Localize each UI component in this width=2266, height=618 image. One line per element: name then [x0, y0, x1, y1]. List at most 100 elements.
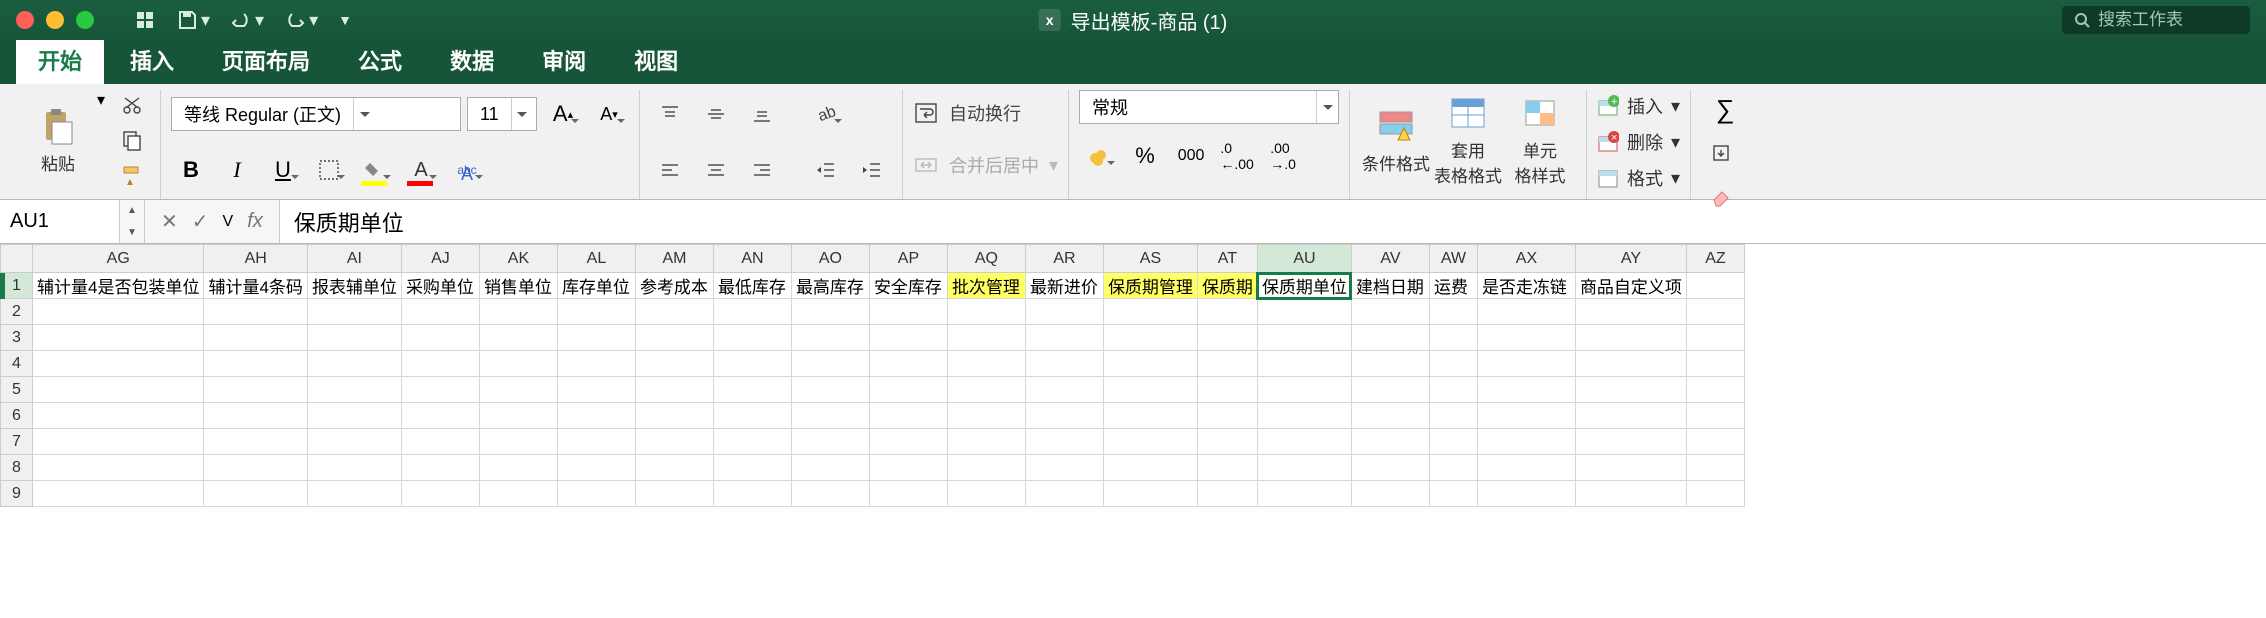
cell-AV8[interactable] — [1351, 455, 1429, 481]
autosum-button[interactable]: ∑ — [1701, 90, 1749, 128]
row-header-1[interactable]: 1 — [1, 273, 33, 299]
insert-cells-button[interactable]: + 插入▾ — [1597, 90, 1680, 122]
cell-AL5[interactable] — [557, 377, 635, 403]
formula-input[interactable]: 保质期单位 — [280, 200, 2266, 243]
increase-indent-button[interactable] — [852, 151, 892, 189]
column-header-AV[interactable]: AV — [1351, 245, 1429, 273]
merge-center-button[interactable]: 合并后居中 ▾ — [913, 142, 1058, 188]
cell-AU7[interactable] — [1257, 429, 1351, 455]
column-header-AO[interactable]: AO — [791, 245, 869, 273]
cell-AT6[interactable] — [1197, 403, 1257, 429]
align-right-button[interactable] — [742, 151, 782, 189]
cell-AP1[interactable]: 安全库存 — [869, 273, 947, 299]
column-header-AU[interactable]: AU — [1257, 245, 1351, 273]
cell-AV9[interactable] — [1351, 481, 1429, 507]
increase-font-button[interactable]: A▴ — [543, 95, 583, 133]
cell-AV7[interactable] — [1351, 429, 1429, 455]
redo-icon[interactable]: ▾ — [284, 9, 318, 31]
cell-AO2[interactable] — [791, 299, 869, 325]
cell-AQ6[interactable] — [947, 403, 1025, 429]
align-bottom-button[interactable] — [742, 95, 782, 133]
cell-AK1[interactable]: 销售单位 — [479, 273, 557, 299]
underline-button[interactable]: U — [263, 151, 303, 189]
cell-AG6[interactable] — [33, 403, 204, 429]
cell-AI9[interactable] — [307, 481, 401, 507]
cell-AZ3[interactable] — [1686, 325, 1744, 351]
cell-AJ2[interactable] — [401, 299, 479, 325]
column-header-AX[interactable]: AX — [1477, 245, 1575, 273]
cell-AN2[interactable] — [713, 299, 791, 325]
cell-AH5[interactable] — [204, 377, 307, 403]
cell-AL1[interactable]: 库存单位 — [557, 273, 635, 299]
align-left-button[interactable] — [650, 151, 690, 189]
paste-dropdown[interactable]: ▾ — [94, 90, 108, 110]
cancel-x-icon[interactable]: ✕ — [161, 209, 178, 234]
comma-button[interactable]: 000 — [1171, 137, 1211, 175]
cell-AK5[interactable] — [479, 377, 557, 403]
cell-AX9[interactable] — [1477, 481, 1575, 507]
column-header-AL[interactable]: AL — [557, 245, 635, 273]
confirm-check-icon[interactable]: ✓ — [192, 209, 209, 234]
tab-data[interactable]: 数据 — [428, 34, 516, 84]
decrease-decimal-button[interactable]: .00→.0 — [1263, 137, 1303, 175]
column-header-AZ[interactable]: AZ — [1686, 245, 1744, 273]
cell-AR4[interactable] — [1025, 351, 1103, 377]
cell-AT5[interactable] — [1197, 377, 1257, 403]
cell-AU5[interactable] — [1257, 377, 1351, 403]
cell-AN4[interactable] — [713, 351, 791, 377]
column-header-AT[interactable]: AT — [1197, 245, 1257, 273]
row-header-5[interactable]: 5 — [1, 377, 33, 403]
row-header-2[interactable]: 2 — [1, 299, 33, 325]
cell-AU9[interactable] — [1257, 481, 1351, 507]
cell-AN1[interactable]: 最低库存 — [713, 273, 791, 299]
cell-AZ2[interactable] — [1686, 299, 1744, 325]
fx-icon[interactable]: fx — [247, 210, 263, 233]
cell-AS3[interactable] — [1103, 325, 1197, 351]
cell-AK6[interactable] — [479, 403, 557, 429]
cell-AZ9[interactable] — [1686, 481, 1744, 507]
decrease-font-button[interactable]: A▾ — [589, 95, 629, 133]
cell-AY7[interactable] — [1575, 429, 1686, 455]
cell-AY1[interactable]: 商品自定义项 — [1575, 273, 1686, 299]
cell-AZ7[interactable] — [1686, 429, 1744, 455]
cell-AI1[interactable]: 报表辅单位 — [307, 273, 401, 299]
cell-AJ8[interactable] — [401, 455, 479, 481]
cell-AG7[interactable] — [33, 429, 204, 455]
cell-AH6[interactable] — [204, 403, 307, 429]
search-box[interactable] — [2062, 6, 2250, 34]
tab-home[interactable]: 开始 — [16, 34, 104, 84]
format-as-table-button[interactable]: 套用 表格格式 — [1432, 90, 1504, 190]
cell-AU8[interactable] — [1257, 455, 1351, 481]
number-format-select[interactable]: 常规 — [1079, 90, 1339, 124]
column-header-AW[interactable]: AW — [1429, 245, 1477, 273]
cell-AR1[interactable]: 最新进价 — [1025, 273, 1103, 299]
column-header-AY[interactable]: AY — [1575, 245, 1686, 273]
cell-AZ8[interactable] — [1686, 455, 1744, 481]
cell-AU2[interactable] — [1257, 299, 1351, 325]
chevron-down-icon[interactable] — [511, 98, 533, 130]
cell-AP9[interactable] — [869, 481, 947, 507]
bold-button[interactable]: B — [171, 151, 211, 189]
cell-AX8[interactable] — [1477, 455, 1575, 481]
cell-styles-button[interactable]: 单元 格样式 — [1504, 90, 1576, 190]
cell-AT2[interactable] — [1197, 299, 1257, 325]
cell-AU4[interactable] — [1257, 351, 1351, 377]
cell-AJ6[interactable] — [401, 403, 479, 429]
cell-AM4[interactable] — [635, 351, 713, 377]
cell-AO3[interactable] — [791, 325, 869, 351]
spreadsheet-grid[interactable]: AGAHAIAJAKALAMANAOAPAQARASATAUAVAWAXAYAZ… — [0, 244, 2266, 618]
format-cells-button[interactable]: 格式▾ — [1597, 162, 1680, 194]
minimize-icon[interactable] — [46, 11, 64, 29]
font-color-button[interactable]: A — [401, 151, 441, 189]
cell-AU3[interactable] — [1257, 325, 1351, 351]
currency-button[interactable] — [1079, 137, 1119, 175]
tab-formulas[interactable]: 公式 — [336, 34, 424, 84]
close-icon[interactable] — [16, 11, 34, 29]
customize-qat-icon[interactable]: ▼ — [338, 12, 352, 28]
cell-AH4[interactable] — [204, 351, 307, 377]
cell-AV6[interactable] — [1351, 403, 1429, 429]
cell-AM2[interactable] — [635, 299, 713, 325]
format-painter-button[interactable] — [114, 161, 150, 190]
cell-AZ4[interactable] — [1686, 351, 1744, 377]
cell-AI7[interactable] — [307, 429, 401, 455]
